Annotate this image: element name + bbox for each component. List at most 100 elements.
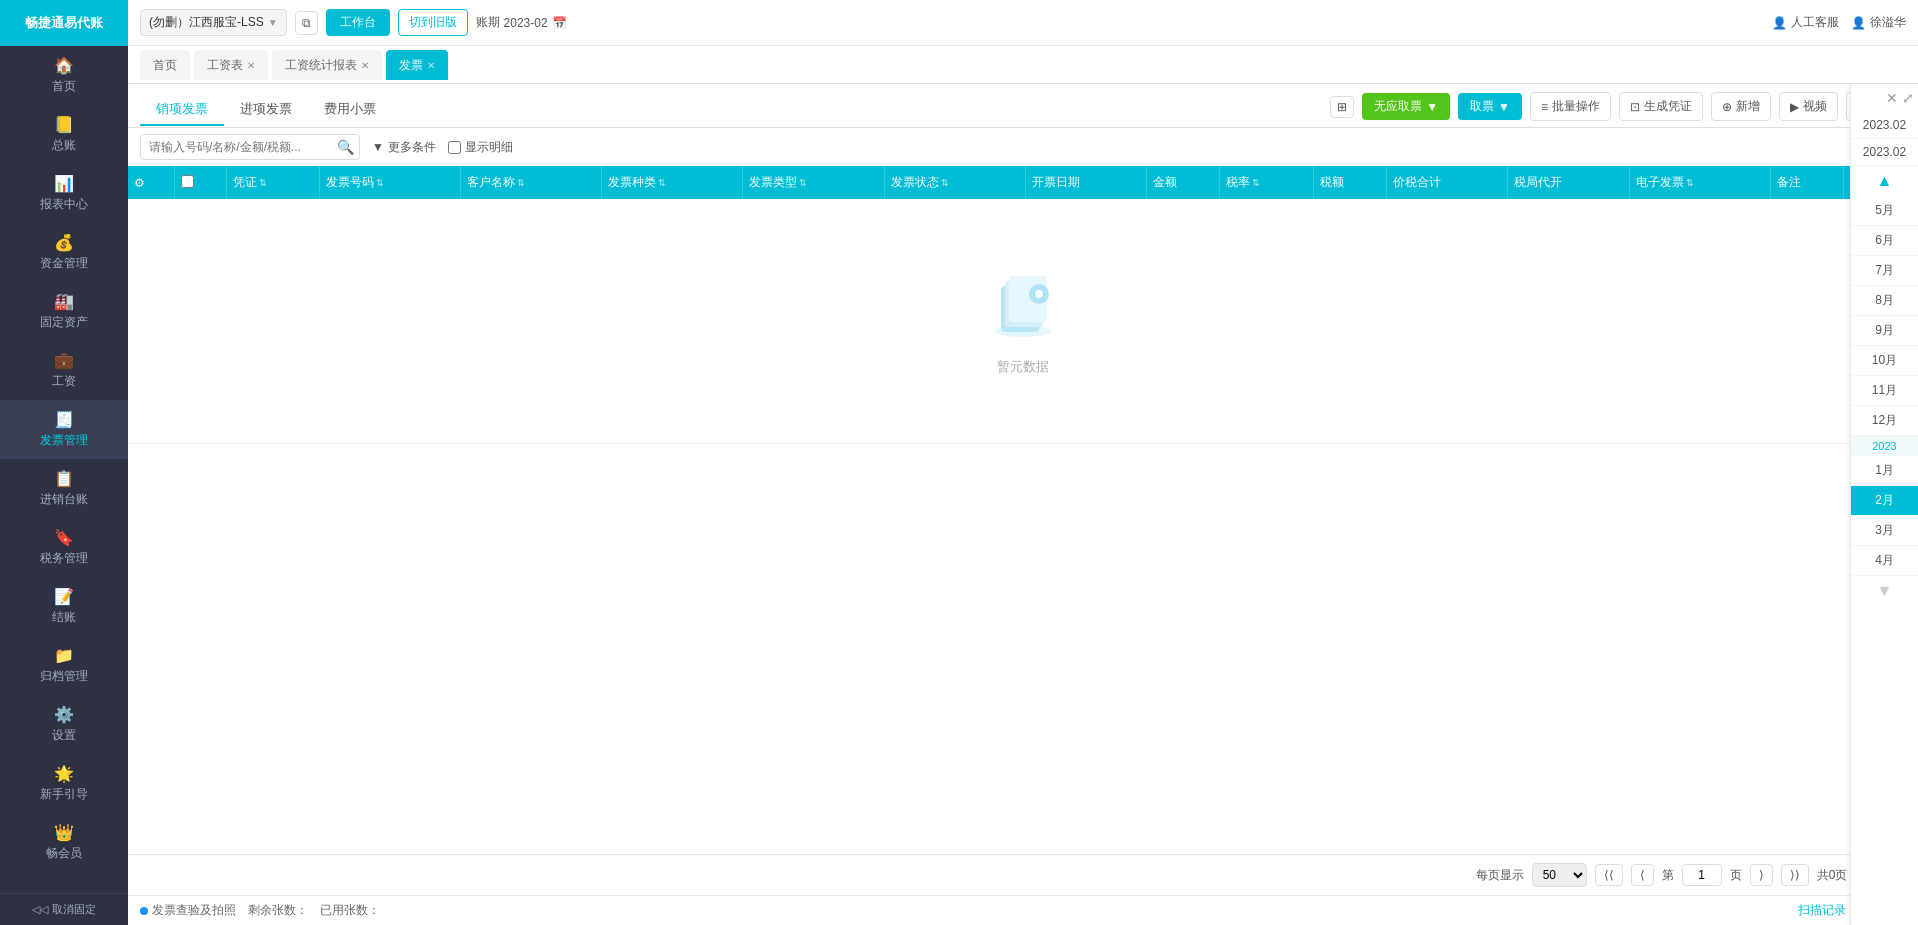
chevron-up-icon: ▲ [1877, 172, 1893, 190]
col-customer[interactable]: 客户名称⇅ [461, 166, 602, 199]
first-page-button[interactable]: ⟨⟨ [1595, 864, 1623, 886]
year-2023-label[interactable]: 2023 [1851, 436, 1918, 456]
workbench-button[interactable]: 工作台 [326, 9, 390, 36]
add-button[interactable]: ⊕ 新增 [1711, 92, 1771, 121]
date-year-nav-down[interactable]: ▼ [1851, 576, 1918, 606]
sort-icon3: ⇅ [517, 178, 525, 188]
sidebar-item-ledger[interactable]: 📒 总账 [0, 105, 128, 164]
sidebar-item-tax-mgmt[interactable]: 🔖 税务管理 [0, 518, 128, 577]
next-page-button[interactable]: ⟩ [1750, 864, 1773, 886]
generate-voucher-button[interactable]: ⊡ 生成凭证 [1619, 92, 1703, 121]
date-panel-close-button[interactable]: ✕ [1886, 90, 1898, 106]
sidebar-item-payroll[interactable]: 💼 工资 [0, 341, 128, 400]
batch-ops-button[interactable]: ≡ 批量操作 [1530, 92, 1611, 121]
company-selector[interactable]: (勿删）江西服宝-LSS ▼ [140, 9, 287, 36]
show-detail-checkbox[interactable]: 显示明细 [448, 139, 513, 156]
tab-payroll-stats-close-icon[interactable]: ✕ [361, 60, 369, 71]
col-voucher[interactable]: 凭证⇅ [226, 166, 319, 199]
last-page-button[interactable]: ⟩⟩ [1781, 864, 1809, 886]
tab-invoice[interactable]: 发票 ✕ [386, 50, 448, 80]
topbar: (勿删）江西服宝-LSS ▼ ⧉ 工作台 切到旧版 账期 2023-02 📅 👤… [128, 0, 1918, 46]
sidebar-item-reports[interactable]: 📊 报表中心 [0, 164, 128, 223]
date-item-2023-02-second[interactable]: 2023.02 [1851, 139, 1918, 166]
col-open-date[interactable]: 开票日期 [1025, 166, 1146, 199]
date-item-11[interactable]: 11月 [1851, 376, 1918, 406]
date-item-2023-3[interactable]: 3月 [1851, 516, 1918, 546]
col-tax-code[interactable]: 税局代开 [1508, 166, 1629, 199]
search-button[interactable]: 🔍 [337, 139, 354, 155]
date-year-nav[interactable]: ▲ [1851, 166, 1918, 196]
sidebar-item-invoice-mgmt[interactable]: 🧾 发票管理 [0, 400, 128, 459]
col-electronic[interactable]: 电子发票⇅ [1629, 166, 1770, 199]
view-toggle[interactable]: ⊞ [1330, 96, 1354, 118]
search-input[interactable] [140, 134, 360, 160]
col-checkbox[interactable] [175, 166, 227, 199]
date-item-8[interactable]: 8月 [1851, 286, 1918, 316]
sidebar-item-fixed-assets[interactable]: 🏭 固定资产 [0, 282, 128, 341]
no-deduct-button[interactable]: 无应取票 ▼ [1362, 93, 1450, 120]
ledger-icon: 📒 [54, 115, 74, 134]
more-filter-button[interactable]: ▼ 更多条件 [372, 139, 436, 156]
tab-payroll-label: 工资表 [207, 57, 243, 74]
subtab-expense[interactable]: 费用小票 [308, 94, 392, 126]
tab-payroll-stats[interactable]: 工资统计报表 ✕ [272, 50, 382, 80]
sidebar-pin-btn[interactable]: ◁◁ 取消固定 [0, 893, 128, 925]
date-item-2023-1[interactable]: 1月 [1851, 456, 1918, 486]
tab-payroll-close-icon[interactable]: ✕ [247, 60, 255, 71]
col-tax-rate[interactable]: 税率⇅ [1220, 166, 1313, 199]
col-amount[interactable]: 金额 [1146, 166, 1220, 199]
deduct-button[interactable]: 取票 ▼ [1458, 93, 1522, 120]
invoice-check[interactable]: 发票查验及拍照 [140, 902, 236, 919]
select-all-checkbox[interactable] [181, 175, 194, 188]
archive-icon: 📁 [54, 646, 74, 665]
subtab-sales[interactable]: 销项发票 [140, 94, 224, 126]
tab-payroll[interactable]: 工资表 ✕ [194, 50, 268, 80]
page-input[interactable] [1682, 864, 1722, 886]
date-item-9[interactable]: 9月 [1851, 316, 1918, 346]
copy-button[interactable]: ⧉ [295, 11, 318, 35]
date-panel-expand-button[interactable]: ⤢ [1902, 90, 1914, 106]
date-item-6[interactable]: 6月 [1851, 226, 1918, 256]
sidebar-item-funds[interactable]: 💰 资金管理 [0, 223, 128, 282]
col-invoice-status[interactable]: 发票状态⇅ [884, 166, 1025, 199]
date-item-2023-2[interactable]: 2月 [1851, 486, 1918, 516]
sidebar-item-home[interactable]: 🏠 首页 [0, 46, 128, 105]
tab-invoice-label: 发票 [399, 57, 423, 74]
prev-page-button[interactable]: ⟨ [1631, 864, 1654, 886]
date-item-12[interactable]: 12月 [1851, 406, 1918, 436]
video-button[interactable]: ▶ 视频 [1779, 92, 1838, 121]
subtab-purchase[interactable]: 进项发票 [224, 94, 308, 126]
sidebar-item-label: 进销台账 [40, 491, 88, 508]
home-icon: 🏠 [54, 56, 74, 75]
reports-icon: 📊 [54, 174, 74, 193]
chevron-down-icon-2: ▼ [1877, 582, 1893, 600]
guide-icon: 🌟 [54, 764, 74, 783]
tab-invoice-close-icon[interactable]: ✕ [427, 60, 435, 71]
col-remark[interactable]: 备注 [1770, 166, 1844, 199]
user-service[interactable]: 👤 人工客服 [1772, 14, 1839, 31]
tab-home[interactable]: 首页 [140, 50, 190, 80]
sidebar-item-settings[interactable]: ⚙️ 设置 [0, 695, 128, 754]
sidebar-item-archive[interactable]: 📁 归档管理 [0, 636, 128, 695]
sidebar-item-settlement[interactable]: 📝 结账 [0, 577, 128, 636]
col-invoice-type[interactable]: 发票种类⇅ [602, 166, 743, 199]
switch-version-button[interactable]: 切到旧版 [398, 9, 468, 36]
sidebar-item-guide[interactable]: 🌟 新手引导 [0, 754, 128, 813]
date-item-2023-02-top[interactable]: 2023.02 [1851, 112, 1918, 139]
sidebar-item-member[interactable]: 👑 畅会员 [0, 813, 128, 872]
col-tax[interactable]: 税额 [1313, 166, 1387, 199]
user-avatar[interactable]: 👤 徐溢华 [1851, 14, 1906, 31]
date-item-5[interactable]: 5月 [1851, 196, 1918, 226]
col-invoice-no[interactable]: 发票号码⇅ [320, 166, 461, 199]
sidebar-item-sales-ledger[interactable]: 📋 进销台账 [0, 459, 128, 518]
date-item-7[interactable]: 7月 [1851, 256, 1918, 286]
date-item-2023-4[interactable]: 4月 [1851, 546, 1918, 576]
scan-record-link[interactable]: 扫描记录 [1798, 902, 1846, 919]
date-item-10[interactable]: 10月 [1851, 346, 1918, 376]
page-size-select[interactable]: 50 10 20 100 [1532, 863, 1587, 887]
show-detail-input[interactable] [448, 141, 461, 154]
sidebar-item-label: 发票管理 [40, 432, 88, 449]
col-invoice-category[interactable]: 发票类型⇅ [743, 166, 884, 199]
col-total[interactable]: 价税合计 [1387, 166, 1508, 199]
col-settings[interactable]: ⚙ [128, 166, 175, 199]
